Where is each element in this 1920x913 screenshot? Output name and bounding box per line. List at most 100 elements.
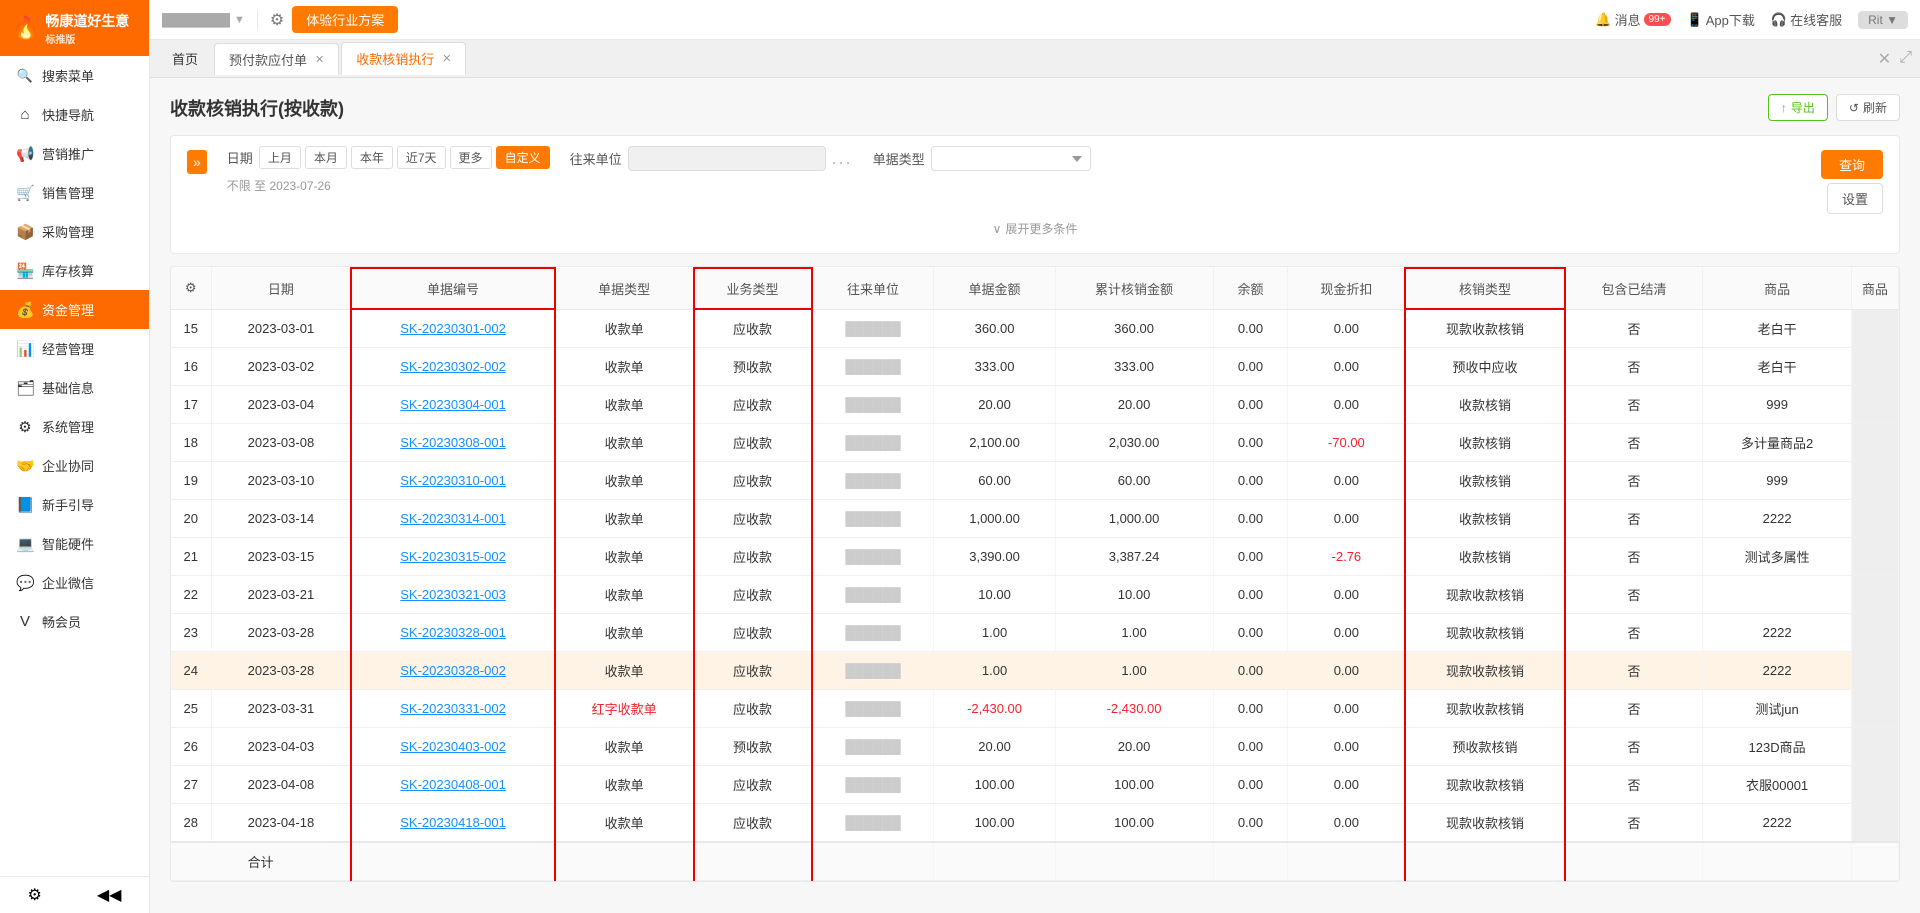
sidebar-item-marketing[interactable]: 📢 营销推广 <box>0 134 149 173</box>
cell-voucher-no[interactable]: SK-20230315-002 <box>351 538 554 576</box>
cell-voucher-no[interactable]: SK-20230321-003 <box>351 576 554 614</box>
cell-voucher-no[interactable]: SK-20230328-002 <box>351 652 554 690</box>
cell-partner: ██████ <box>812 348 934 386</box>
sidebar-item-base[interactable]: 🗂 基础信息 <box>0 368 149 407</box>
partner-input[interactable] <box>628 146 826 171</box>
cell-voucher-no[interactable]: SK-20230408-001 <box>351 766 554 804</box>
cell-writeoff-type: 现款收款核销 <box>1405 652 1565 690</box>
tab-collection[interactable]: 收款核销执行 ✕ <box>341 42 466 75</box>
cell-cash-discount: 0.00 <box>1288 804 1405 843</box>
sidebar-label-ops: 经营管理 <box>42 339 94 358</box>
cell-rownum: 18 <box>171 424 211 462</box>
table-scroll-area[interactable]: ⚙ 日期 单据编号 单据类型 业务类型 往来单位 单据金额 累计核销金额 余额 … <box>171 267 1899 881</box>
date-filter-label: 日期 <box>227 148 253 167</box>
cell-cash-discount: 0.00 <box>1288 386 1405 424</box>
industry-solution-button[interactable]: 体验行业方案 <box>292 6 398 33</box>
export-button[interactable]: ↑ 导出 <box>1768 94 1828 121</box>
cell-voucher-no[interactable]: SK-20230331-002 <box>351 690 554 728</box>
voucher-type-select[interactable] <box>931 146 1091 171</box>
home-icon: ⌂ <box>16 106 34 123</box>
sidebar-item-stock[interactable]: 🏪 库存核算 <box>0 251 149 290</box>
tab-expand-icon[interactable]: ⤢ <box>1899 49 1912 69</box>
sidebar-item-sales[interactable]: 🛒 销售管理 <box>0 173 149 212</box>
message-icon: 🔔 <box>1595 12 1611 28</box>
tab-prepay[interactable]: 预付款应付单 ✕ <box>214 43 339 75</box>
col-header-cash-discount: 现金折扣 <box>1288 268 1405 309</box>
cell-goods-img <box>1851 690 1898 728</box>
cell-writeoff-amount: 10.00 <box>1055 576 1213 614</box>
app-download-link[interactable]: 📱 App下载 <box>1687 10 1755 29</box>
cell-include-settled: 否 <box>1565 576 1703 614</box>
refresh-button[interactable]: ↺ 刷新 <box>1836 94 1900 121</box>
filter-settings-button[interactable]: 设置 <box>1827 183 1883 214</box>
cell-include-settled: 否 <box>1565 309 1703 348</box>
sidebar-label-sales: 销售管理 <box>42 183 94 202</box>
cell-voucher-no[interactable]: SK-20230308-001 <box>351 424 554 462</box>
date-btn-more[interactable]: 更多 <box>450 146 492 169</box>
tab-close-all-icon[interactable]: ✕ <box>1878 49 1891 69</box>
cell-voucher-type: 收款单 <box>555 309 694 348</box>
ops-icon: 📊 <box>16 340 34 358</box>
col-header-voucher-no: 单据编号 <box>351 268 554 309</box>
cell-goods-img <box>1851 309 1898 348</box>
sidebar-item-finance[interactable]: 💰 资金管理 <box>0 290 149 329</box>
marketing-icon: 📢 <box>16 145 34 163</box>
cell-amount: 1,000.00 <box>934 500 1055 538</box>
cell-date: 2023-03-01 <box>211 309 351 348</box>
filter-collapse-icon[interactable]: » <box>187 150 207 174</box>
date-btn-this-year[interactable]: 本年 <box>351 146 393 169</box>
tab-collection-close-icon[interactable]: ✕ <box>442 52 451 65</box>
sidebar-item-member[interactable]: V 畅会员 <box>0 602 149 641</box>
expand-more-button[interactable]: ∨ 展开更多条件 <box>993 220 1078 237</box>
cell-goods: 2222 <box>1703 804 1852 843</box>
sidebar-item-search[interactable]: 搜索菜单 <box>0 56 149 95</box>
sidebar-item-shortcut[interactable]: ⌂ 快捷导航 <box>0 95 149 134</box>
user-avatar[interactable]: Rit ▼ <box>1858 11 1908 29</box>
sidebar-label-shortcut: 快捷导航 <box>42 105 94 124</box>
cell-voucher-no[interactable]: SK-20230310-001 <box>351 462 554 500</box>
date-btn-this-month[interactable]: 本月 <box>305 146 347 169</box>
cell-voucher-no[interactable]: SK-20230304-001 <box>351 386 554 424</box>
table-row: 282023-04-18SK-20230418-001收款单应收款██████1… <box>171 804 1899 843</box>
cell-biz-type: 应收款 <box>694 309 812 348</box>
cell-voucher-no[interactable]: SK-20230403-002 <box>351 728 554 766</box>
date-btn-last-month[interactable]: 上月 <box>259 146 301 169</box>
cell-balance: 0.00 <box>1213 614 1288 652</box>
sidebar-item-ops[interactable]: 📊 经营管理 <box>0 329 149 368</box>
collapse-icon[interactable]: ◀◀ <box>97 885 122 905</box>
table-footer-row: 合计 <box>171 842 1899 881</box>
cell-voucher-no[interactable]: SK-20230302-002 <box>351 348 554 386</box>
sidebar-item-corp[interactable]: 🤝 企业协同 <box>0 446 149 485</box>
cell-date: 2023-03-08 <box>211 424 351 462</box>
col-header-date: 日期 <box>211 268 351 309</box>
refresh-icon: ↺ <box>1849 101 1859 115</box>
col-header-voucher-type: 单据类型 <box>555 268 694 309</box>
brand-text: ████████ <box>162 13 230 27</box>
sidebar-item-guide[interactable]: 📘 新手引导 <box>0 485 149 524</box>
cell-biz-type: 预收款 <box>694 348 812 386</box>
cell-writeoff-amount: 2,030.00 <box>1055 424 1213 462</box>
sidebar-item-hw[interactable]: 💻 智能硬件 <box>0 524 149 563</box>
sidebar-item-system[interactable]: ⚙ 系统管理 <box>0 407 149 446</box>
date-btn-7days[interactable]: 近7天 <box>397 146 446 169</box>
cell-voucher-no[interactable]: SK-20230328-001 <box>351 614 554 652</box>
tab-home[interactable]: 首页 <box>158 43 212 74</box>
cell-goods: 2222 <box>1703 500 1852 538</box>
cell-voucher-no[interactable]: SK-20230301-002 <box>351 309 554 348</box>
sidebar-item-wechat[interactable]: 💬 企业微信 <box>0 563 149 602</box>
tab-prepay-close-icon[interactable]: ✕ <box>315 53 324 66</box>
cell-amount: 20.00 <box>934 728 1055 766</box>
online-service-link[interactable]: 🎧 在线客服 <box>1771 10 1842 29</box>
cell-amount: 1.00 <box>934 652 1055 690</box>
settings-bottom-icon[interactable]: ⚙ <box>28 885 42 905</box>
sidebar-item-purchase[interactable]: 📦 采购管理 <box>0 212 149 251</box>
gear-icon[interactable]: ⚙ <box>270 10 284 30</box>
query-button[interactable]: 查询 <box>1821 150 1883 179</box>
topbar-divider <box>257 10 258 30</box>
cell-voucher-no[interactable]: SK-20230418-001 <box>351 804 554 843</box>
date-btn-custom[interactable]: 自定义 <box>496 146 550 169</box>
cell-voucher-no[interactable]: SK-20230314-001 <box>351 500 554 538</box>
chevron-down-icon[interactable]: ▼ <box>234 14 245 26</box>
message-area[interactable]: 🔔 消息 99+ <box>1595 10 1670 29</box>
cell-rownum: 16 <box>171 348 211 386</box>
